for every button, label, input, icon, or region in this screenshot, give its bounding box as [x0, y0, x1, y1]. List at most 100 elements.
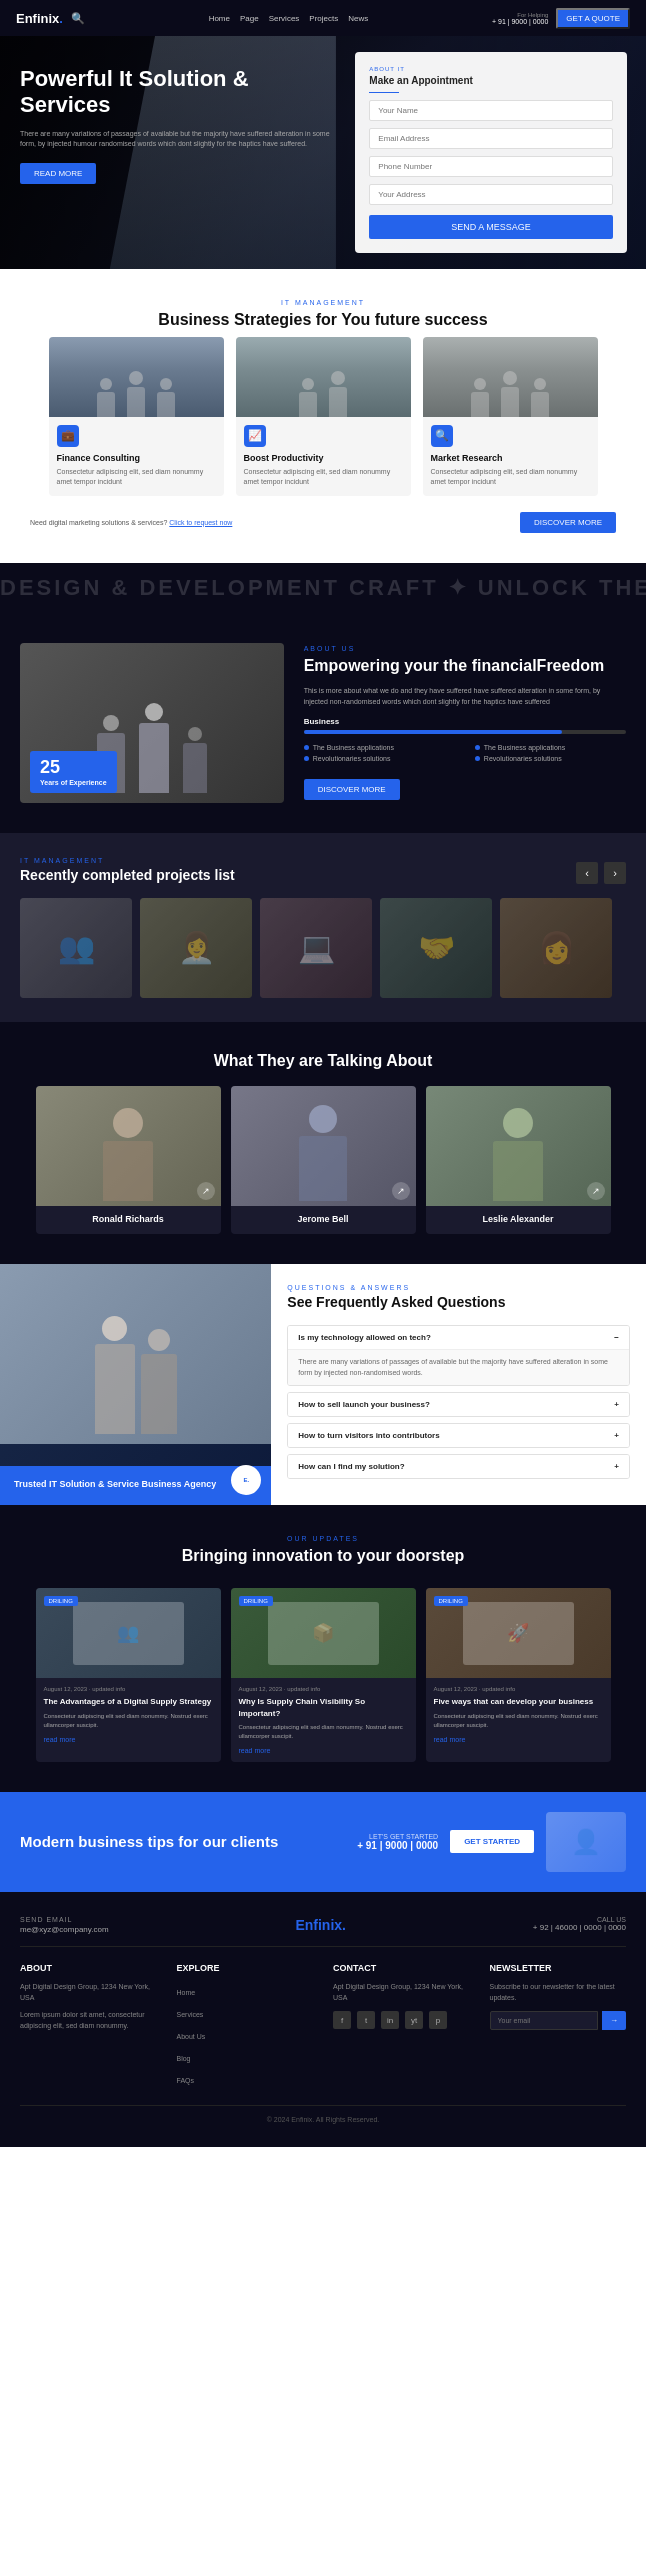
footer-brand: Enfinix. — [295, 1917, 346, 1933]
social-pinterest-icon[interactable]: p — [429, 2011, 447, 2029]
faq-toggle-icon-3: + — [614, 1431, 619, 1440]
faq-question-2[interactable]: How to sell launch your business? + — [288, 1393, 629, 1416]
social-linkedin-icon[interactable]: in — [381, 2011, 399, 2029]
faq-section: Trusted IT Solution & Service Business A… — [0, 1264, 646, 1505]
faq-title: See Frequently Asked Questions — [287, 1293, 630, 1311]
service-card-body-finance: 💼 Finance Consulting Consectetur adipisc… — [49, 417, 224, 496]
footer-link-faqs: FAQs — [177, 2069, 314, 2087]
nav-page[interactable]: Page — [240, 14, 259, 23]
social-youtube-icon[interactable]: yt — [405, 2011, 423, 2029]
faq-blue-box: Trusted IT Solution & Service Business A… — [0, 1466, 271, 1505]
cta-image: 👤 — [546, 1812, 626, 1872]
blog-read-more-1[interactable]: read more — [44, 1736, 213, 1743]
test-share-button-3[interactable]: ↗ — [587, 1182, 605, 1200]
form-name-input[interactable] — [369, 100, 612, 121]
project-card-2: 👩‍💼 — [140, 898, 252, 998]
service-title-research: Market Research — [431, 453, 590, 463]
blog-tag-2: DRILING — [239, 1596, 273, 1606]
testimonials-title: What They are Talking About — [20, 1052, 626, 1070]
footer-contact-title: Contact — [333, 1963, 470, 1973]
blog-title: Bringing innovation to your doorstep — [20, 1546, 626, 1567]
test-img-1: ↗ — [36, 1086, 221, 1206]
footer-explore-list: Home Services About Us Blog FAQs — [177, 1981, 314, 2087]
person-silhouette-1: 👥 — [20, 898, 132, 998]
footer-about-address: Apt Digital Design Group, 1234 New York,… — [20, 1981, 157, 2003]
form-submit-button[interactable]: SEND A MESSAGE — [369, 215, 612, 239]
hero-read-more-button[interactable]: READ MORE — [20, 163, 96, 184]
footer-newsletter-form: → — [490, 2011, 627, 2030]
form-email-input[interactable] — [369, 128, 612, 149]
blog-meta-3: August 12, 2023 · updated info — [434, 1686, 603, 1692]
footer-email-block: SEND EMAIL me@xyz@company.com — [20, 1916, 109, 1934]
blog-body-3: August 12, 2023 · updated info Five ways… — [426, 1678, 611, 1750]
nav-cta-button[interactable]: GET A QUOTE — [556, 8, 630, 29]
footer-about-title: About — [20, 1963, 157, 1973]
faq-question-text-2: How to sell launch your business? — [298, 1400, 430, 1409]
projects-next-button[interactable]: › — [604, 862, 626, 884]
blog-tag-3: DRILING — [434, 1596, 468, 1606]
emp-check-1: The Business applications — [304, 744, 455, 751]
testimonials-grid: ↗ Ronald Richards ↗ Jerome Bell — [20, 1086, 626, 1234]
footer-explore-title: Explore — [177, 1963, 314, 1973]
services-discover-button[interactable]: DISCOVER MORE — [520, 512, 616, 533]
footer-bottom: © 2024 Enfinix. All Rights Reserved. — [20, 2105, 626, 2123]
projects-prev-button[interactable]: ‹ — [576, 862, 598, 884]
blog-img-2: 📦 DRILING — [231, 1588, 416, 1678]
emp-progress-bar-fill — [304, 730, 562, 734]
social-facebook-icon[interactable]: f — [333, 2011, 351, 2029]
nav-news[interactable]: News — [348, 14, 368, 23]
form-address-input[interactable] — [369, 184, 612, 205]
faq-question-1[interactable]: Is my technology allowed on tech? − — [288, 1326, 629, 1349]
services-grid: 💼 Finance Consulting Consectetur adipisc… — [20, 337, 626, 496]
faq-item-3: How to turn visitors into contributors + — [287, 1423, 630, 1448]
nav-services[interactable]: Services — [269, 14, 300, 23]
cta-right: LET'S GET STARTED + 91 | 9000 | 0000 GET… — [357, 1812, 626, 1872]
blog-read-more-2[interactable]: read more — [239, 1747, 408, 1754]
emp-discover-button[interactable]: DISCOVER MORE — [304, 779, 400, 800]
blog-read-more-3[interactable]: read more — [434, 1736, 603, 1743]
project-overlay-1: 👥 — [20, 898, 132, 998]
blog-grid: 👥 DRILING August 12, 2023 · updated info… — [20, 1588, 626, 1761]
project-img-5: 👩 — [500, 898, 612, 998]
service-img-research — [423, 337, 598, 417]
nav-home[interactable]: Home — [209, 14, 230, 23]
services-cta-link[interactable]: Click to request now — [169, 519, 232, 526]
service-desc-finance: Consectetur adipiscing elit, sed diam no… — [57, 467, 216, 488]
person-silhouette-5: 👩 — [500, 898, 612, 998]
check-dot-icon — [475, 745, 480, 750]
newsletter-submit-button[interactable]: → — [602, 2011, 626, 2030]
newsletter-email-input[interactable] — [490, 2011, 599, 2030]
nav-projects[interactable]: Projects — [309, 14, 338, 23]
project-card-5: 👩 — [500, 898, 612, 998]
blog-card-title-3: Five ways that can develop your business — [434, 1696, 603, 1707]
footer-phone: + 92 | 46000 | 0000 | 0000 — [533, 1923, 626, 1932]
faq-question-3[interactable]: How to turn visitors into contributors + — [288, 1424, 629, 1447]
blog-tag-1: DRILING — [44, 1596, 78, 1606]
blog-card-desc-2: Consectetur adipiscing elit sed diam non… — [239, 1723, 408, 1741]
service-title-productivity: Boost Productivity — [244, 453, 403, 463]
check-dot-icon — [475, 756, 480, 761]
form-phone-input[interactable] — [369, 156, 612, 177]
services-title: Business Strategies for You future succe… — [20, 310, 626, 331]
faq-item-1: Is my technology allowed on tech? − Ther… — [287, 1325, 630, 1385]
search-icon[interactable]: 🔍 — [71, 12, 85, 25]
emp-description: This is more about what we do and they h… — [304, 685, 626, 707]
footer-socials: f t in yt p — [333, 2011, 470, 2029]
faq-label: QUESTIONS & ANSWERS — [287, 1284, 630, 1291]
blog-card-2: 📦 DRILING August 12, 2023 · updated info… — [231, 1588, 416, 1761]
footer-col-newsletter: Newsletter Subscribe to our newsletter f… — [490, 1963, 627, 2091]
test-share-button-1[interactable]: ↗ — [197, 1182, 215, 1200]
services-cta-text: Need digital marketing solutions & servi… — [30, 519, 232, 526]
emp-title: Empowering your the financialFreedom — [304, 656, 626, 677]
footer-phone-label: CALL US — [533, 1916, 626, 1923]
service-card-body-research: 🔍 Market Research Consectetur adipiscing… — [423, 417, 598, 496]
cta-get-started-button[interactable]: GET STARTED — [450, 1830, 534, 1853]
emp-progress-label: Business — [304, 717, 626, 726]
test-share-button-2[interactable]: ↗ — [392, 1182, 410, 1200]
blog-card-3: 🚀 DRILING August 12, 2023 · updated info… — [426, 1588, 611, 1761]
faq-question-4[interactable]: How can I find my solution? + — [288, 1455, 629, 1478]
nav-phone: For Helping + 91 | 9000 | 0000 — [492, 12, 548, 25]
social-twitter-icon[interactable]: t — [357, 2011, 375, 2029]
person-silhouette-4: 🤝 — [380, 898, 492, 998]
services-label: IT MANAGEMENT — [20, 299, 626, 306]
